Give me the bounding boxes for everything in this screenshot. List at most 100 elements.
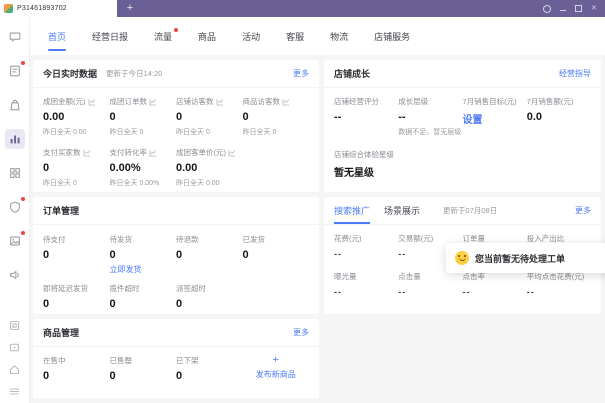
- metric-value: --: [334, 249, 342, 259]
- metric-value: 0: [176, 370, 183, 382]
- metric: 店铺经营评分 --: [334, 96, 398, 137]
- sidebar-orders-icon[interactable]: [5, 61, 25, 81]
- nav-shop-services[interactable]: 店铺服务: [361, 17, 423, 55]
- orders-row1: 待支付 0 待发货 0 立即发货 待退款 0 已发货 0: [33, 225, 319, 275]
- metric-label: 曝光量: [334, 272, 357, 281]
- metric-value: --: [398, 111, 406, 123]
- tab-scene-display[interactable]: 场景展示: [384, 197, 420, 224]
- publish-product-button[interactable]: + 发布新商品: [243, 355, 310, 382]
- metric: 7月销售目标(元) 设置: [463, 96, 527, 137]
- metric-sub: 昨日全天 0.00: [176, 180, 220, 187]
- left-column: 今日实时数据 更新于今日14:20 更多 成团金额(元) 0.00 昨日全天 0…: [33, 60, 319, 403]
- sidebar-shop-icon[interactable]: [5, 95, 25, 115]
- metric-note: 数据不足，暂无层级: [398, 129, 462, 136]
- metric: 派签超时 0: [176, 283, 243, 310]
- metric-value: 0: [176, 249, 183, 261]
- sidebar-security-icon[interactable]: [5, 197, 25, 217]
- metric: 7月销售额(元) 0.0: [527, 96, 591, 137]
- no-pending-tickets-toast[interactable]: 您当前暂无待处理工单: [446, 243, 605, 273]
- set-target-link[interactable]: 设置: [463, 111, 527, 126]
- metric: 曝光量 --: [334, 271, 398, 297]
- merchant-dashboard-window: P31461893702 + ✕ 首页 经营日报 流量 商品 活动 客服 物流 …: [0, 0, 605, 403]
- nav-activities-label: 活动: [242, 31, 261, 42]
- nav-shop-services-label: 店铺服务: [374, 31, 411, 42]
- metric-value: 0: [43, 298, 50, 310]
- sidebar-menu-icon[interactable]: [5, 381, 25, 401]
- sidebar-home-icon[interactable]: [5, 359, 25, 379]
- metric: 即将延迟发货 0: [43, 283, 110, 310]
- realtime-row2: 支付买家数 0 昨日全天 0 支付转化率 0.00% 昨日全天 0.00% 成团…: [33, 137, 319, 188]
- star-rating-section: 店铺综合体验星级 暂无星级: [324, 137, 601, 179]
- metric-label: 点击量: [398, 272, 421, 281]
- sidebar-video-icon[interactable]: [5, 337, 25, 357]
- sidebar-apps-icon[interactable]: [5, 163, 25, 183]
- trend-chart-icon[interactable]: [216, 98, 224, 106]
- growth-row: 店铺经营评分 -- 成长层级 -- 数据不足，暂无层级 7月销售目标(元) 设置…: [324, 88, 601, 137]
- trend-chart-icon[interactable]: [228, 149, 236, 157]
- browser-tab[interactable]: P31461893702: [0, 0, 117, 17]
- metric-label: 成团订单数: [109, 97, 148, 106]
- trend-chart-icon[interactable]: [149, 149, 157, 157]
- metric-value: 0: [176, 298, 183, 310]
- more-link[interactable]: 更多: [293, 68, 309, 79]
- minimize-icon[interactable]: [560, 9, 567, 11]
- nav-products[interactable]: 商品: [185, 17, 229, 55]
- sidebar-chat-icon[interactable]: [5, 27, 25, 47]
- close-icon[interactable]: ✕: [591, 5, 597, 12]
- trend-chart-icon[interactable]: [282, 98, 290, 106]
- more-link[interactable]: 更多: [575, 205, 591, 216]
- business-guide-link[interactable]: 经营指导: [559, 68, 591, 79]
- metric-value: 0: [109, 298, 116, 310]
- right-column: 店铺成长 经营指导 店铺经营评分 -- 成长层级 -- 数据不足，暂无层级 7月…: [324, 60, 601, 403]
- nav-traffic-label: 流量: [154, 31, 173, 42]
- metric: 点击率 --: [463, 271, 527, 297]
- publish-product-label: 发布新商品: [255, 370, 296, 379]
- metric: 在售中 0: [43, 355, 110, 382]
- metric-value: 0: [109, 111, 116, 123]
- metric-value: --: [334, 287, 342, 297]
- metric-value: 0: [176, 111, 183, 123]
- metric: 成团订单数 0 昨日全天 0: [110, 96, 177, 137]
- trend-chart-icon[interactable]: [83, 149, 91, 157]
- new-tab-button[interactable]: +: [117, 0, 143, 17]
- metric-label: 成团客单价(元): [176, 148, 226, 157]
- nav-home-label: 首页: [48, 31, 67, 42]
- realtime-row1: 成团金额(元) 0.00 昨日全天 0.00 成团订单数 0 昨日全天 0 店铺…: [33, 88, 319, 137]
- card-title: 订单管理: [43, 206, 80, 216]
- nav-logistics-label: 物流: [330, 31, 349, 42]
- maximize-icon[interactable]: [575, 5, 583, 12]
- metric: 揽件超时 0: [110, 283, 177, 310]
- theme-icon[interactable]: [543, 4, 552, 13]
- orders-row2: 即将延迟发货 0 揽件超时 0 派签超时 0: [33, 275, 319, 310]
- smiley-icon: [455, 251, 469, 265]
- trend-chart-icon[interactable]: [88, 98, 96, 106]
- badge-dot: [174, 28, 179, 32]
- metric: 商品访客数 0 昨日全天 0: [243, 96, 310, 137]
- metric-label: 成长层级: [398, 97, 429, 106]
- nav-home[interactable]: 首页: [35, 17, 79, 55]
- ship-now-link[interactable]: 立即发货: [110, 264, 177, 275]
- badge-dot: [20, 231, 25, 235]
- metric: 已下架 0: [176, 355, 243, 382]
- more-link[interactable]: 更多: [293, 327, 309, 338]
- promotion-card-header: 搜索推广 场景展示 更新于07月08日 更多: [324, 197, 601, 225]
- trend-chart-icon[interactable]: [149, 98, 157, 106]
- nav-traffic[interactable]: 流量: [141, 17, 185, 55]
- nav-daily-report[interactable]: 经营日报: [79, 17, 141, 55]
- metric-value: 0.0: [526, 111, 543, 123]
- metric: 支付转化率 0.00% 昨日全天 0.00%: [110, 147, 177, 188]
- sidebar-announce-icon[interactable]: [5, 265, 25, 285]
- product-management-card: 商品管理 更多 在售中 0 已售罄 0 已下架 0 + 发布新商品: [33, 319, 319, 398]
- titlebar: P31461893702 + ✕: [0, 0, 605, 17]
- metric-value: 0: [109, 249, 116, 261]
- metric-sub: 昨日全天 0.00: [43, 129, 87, 136]
- sidebar-gallery-icon[interactable]: [5, 231, 25, 251]
- tab-search-promotion[interactable]: 搜索推广: [334, 197, 371, 224]
- sidebar-data-icon[interactable]: [4, 129, 25, 149]
- sidebar-workbench-icon[interactable]: [5, 315, 25, 335]
- nav-logistics[interactable]: 物流: [317, 17, 361, 55]
- main-content: 今日实时数据 更新于今日14:20 更多 成团金额(元) 0.00 昨日全天 0…: [30, 55, 605, 403]
- metric-value: 0: [43, 249, 50, 261]
- nav-activities[interactable]: 活动: [229, 17, 273, 55]
- nav-service[interactable]: 客服: [273, 17, 317, 55]
